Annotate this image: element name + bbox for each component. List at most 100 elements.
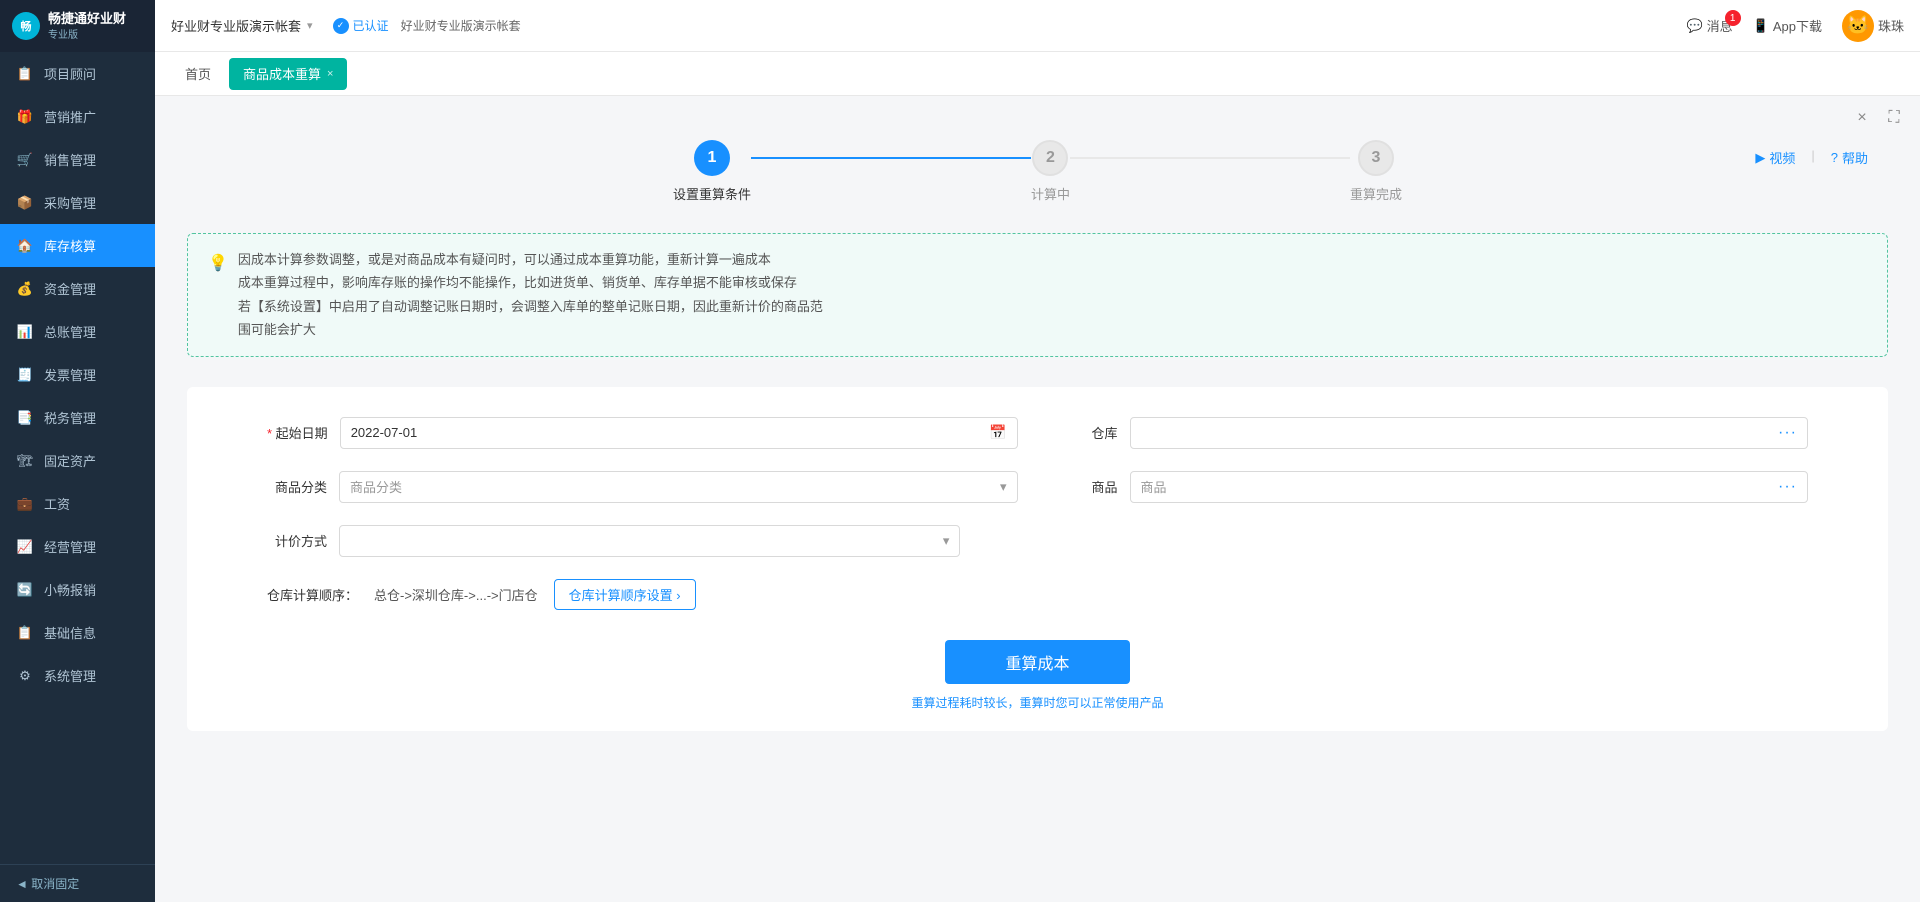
- sidebar-item-project[interactable]: 📋 项目顾问: [0, 52, 155, 95]
- message-icon: 💬: [1686, 18, 1702, 34]
- sidebar-item-invoice[interactable]: 🧾 发票管理: [0, 353, 155, 396]
- video-label: 视频: [1769, 148, 1795, 167]
- tax-icon: 📑: [16, 409, 34, 427]
- form-group-date: 起始日期 2022-07-01 📅: [267, 417, 1018, 449]
- page-content: × ⛶ 1 设置重算条件 2 计算中 3: [155, 96, 1920, 902]
- warehouse-order-label: 仓库计算顺序：: [267, 585, 358, 604]
- avatar: 🐱: [1842, 10, 1874, 42]
- salary-icon: 💼: [16, 495, 34, 513]
- message-button[interactable]: 💬 消息 1: [1686, 16, 1732, 35]
- account-name: 好业财专业版演示帐套: [171, 16, 301, 35]
- app-title: 畅捷通好业财: [48, 11, 126, 27]
- warehouse-order-settings-button[interactable]: 仓库计算顺序设置 ›: [554, 579, 696, 610]
- form-row-1: 起始日期 2022-07-01 📅 仓库 ···: [267, 417, 1808, 449]
- sidebar-item-expense[interactable]: 🔄 小畅报销: [0, 568, 155, 611]
- sidebar-item-operations[interactable]: 📈 经营管理: [0, 525, 155, 568]
- verified-icon: ✓: [333, 18, 349, 34]
- form-group-goods: 商品 商品 ···: [1058, 471, 1809, 503]
- step-1: 1 设置重算条件: [673, 140, 751, 203]
- form-group-warehouse: 仓库 ···: [1058, 417, 1809, 449]
- sidebar-item-label: 发票管理: [44, 365, 96, 384]
- sidebar-item-system[interactable]: ⚙ 系统管理: [0, 654, 155, 697]
- sidebar-item-sales[interactable]: 🛒 销售管理: [0, 138, 155, 181]
- video-button[interactable]: ▶ 视频: [1755, 148, 1795, 167]
- sidebar-item-purchase[interactable]: 📦 采购管理: [0, 181, 155, 224]
- marketing-icon: 🎁: [16, 108, 34, 126]
- category-placeholder: 商品分类: [350, 477, 402, 496]
- step-1-circle: 1: [694, 140, 730, 176]
- invoice-icon: 🧾: [16, 366, 34, 384]
- warehouse-order-row: 仓库计算顺序： 总仓->深圳仓库->...->门店仓 仓库计算顺序设置 ›: [267, 579, 1808, 610]
- category-chevron-icon: ▾: [1000, 479, 1007, 495]
- sidebar-item-basic[interactable]: 📋 基础信息: [0, 611, 155, 654]
- verified-account-name: 好业财专业版演示帐套: [401, 17, 521, 34]
- form-group-pricing: 计价方式 ▾: [267, 525, 960, 557]
- tab-home[interactable]: 首页: [171, 58, 225, 90]
- pricing-label: 计价方式: [267, 531, 327, 550]
- sidebar-item-label: 采购管理: [44, 193, 96, 212]
- goods-placeholder: 商品: [1141, 477, 1167, 496]
- start-date-input[interactable]: 2022-07-01 📅: [340, 417, 1018, 449]
- sidebar-item-label: 总账管理: [44, 322, 96, 341]
- sidebar-item-finance[interactable]: 💰 资金管理: [0, 267, 155, 310]
- sidebar-item-label: 项目顾问: [44, 64, 96, 83]
- step-2-label: 计算中: [1031, 184, 1070, 203]
- sidebar-item-label: 库存核算: [44, 236, 96, 255]
- info-content: 因成本计算参数调整，或是对商品成本有疑问时，可以通过成本重算功能，重新计算一遍成…: [238, 248, 823, 342]
- sidebar-item-label: 销售管理: [44, 150, 96, 169]
- sidebar-item-salary[interactable]: 💼 工资: [0, 482, 155, 525]
- category-label: 商品分类: [267, 477, 327, 496]
- app-download-label: App下载: [1773, 16, 1822, 35]
- project-icon: 📋: [16, 65, 34, 83]
- topbar-right: 💬 消息 1 📱 App下载 🐱 珠珠: [1686, 10, 1904, 42]
- warehouse-input[interactable]: ···: [1130, 417, 1809, 449]
- sidebar-item-ledger[interactable]: 📊 总账管理: [0, 310, 155, 353]
- calendar-icon: 📅: [989, 424, 1006, 441]
- info-box: 💡 因成本计算参数调整，或是对商品成本有疑问时，可以通过成本重算功能，重新计算一…: [187, 233, 1888, 357]
- sidebar-nav: 📋 项目顾问 🎁 营销推广 🛒 销售管理 📦 采购管理 🏠 库存核算 💰 资金管…: [0, 52, 155, 864]
- help-icon: ?: [1831, 150, 1838, 165]
- warehouse-dots-icon: ···: [1778, 424, 1797, 442]
- operations-icon: 📈: [16, 538, 34, 556]
- step-3-circle: 3: [1358, 140, 1394, 176]
- tab-home-label: 首页: [185, 64, 211, 83]
- sidebar-unpin-button[interactable]: ◄ 取消固定: [0, 864, 155, 902]
- step-progress: 1 设置重算条件 2 计算中 3 重算完成 ▶ 视: [187, 120, 1888, 233]
- sidebar-item-assets[interactable]: 🏗 固定资产: [0, 439, 155, 482]
- account-selector[interactable]: 好业财专业版演示帐套 ▾: [171, 16, 313, 35]
- recalc-button[interactable]: 重算成本: [945, 640, 1129, 684]
- tab-cost-recalc[interactable]: 商品成本重算 ×: [229, 58, 347, 90]
- sidebar: 畅 畅捷通好业财 专业版 📋 项目顾问 🎁 营销推广 🛒 销售管理 📦 采购管理…: [0, 0, 155, 902]
- recalc-hint: 重算过程耗时较长，重算时您可以正常使用产品: [911, 694, 1163, 711]
- user-profile[interactable]: 🐱 珠珠: [1842, 10, 1904, 42]
- sidebar-item-marketing[interactable]: 🎁 营销推广: [0, 95, 155, 138]
- phone-icon: 📱: [1753, 18, 1769, 34]
- help-label: 帮助: [1842, 148, 1868, 167]
- step-3: 3 重算完成: [1350, 140, 1402, 203]
- app-download-button[interactable]: 📱 App下载: [1753, 16, 1822, 35]
- finance-icon: 💰: [16, 280, 34, 298]
- step-2-circle: 2: [1032, 140, 1068, 176]
- goods-input[interactable]: 商品 ···: [1130, 471, 1809, 503]
- goods-dots-icon: ···: [1778, 478, 1797, 496]
- step-2: 2 计算中: [1031, 140, 1070, 203]
- verified-badge: ✓ 已认证: [333, 17, 389, 34]
- user-name: 珠珠: [1878, 16, 1904, 35]
- avatar-icon: 🐱: [1847, 15, 1869, 36]
- tab-close-icon[interactable]: ×: [327, 68, 333, 80]
- info-line-3: 若【系统设置】中启用了自动调整记账日期时，会调整入库单的整单记账日期，因此重新计…: [238, 295, 823, 318]
- pricing-select[interactable]: ▾: [339, 525, 960, 557]
- sidebar-item-label: 系统管理: [44, 666, 96, 685]
- step-3-label: 重算完成: [1350, 184, 1402, 203]
- app-subtitle: 专业版: [48, 26, 126, 41]
- basic-icon: 📋: [16, 624, 34, 642]
- sidebar-item-label: 营销推广: [44, 107, 96, 126]
- sidebar-bottom-label: ◄ 取消固定: [16, 875, 79, 892]
- info-line-2: 成本重算过程中，影响库存账的操作均不能操作，比如进货单、销货单、库存单据不能审核…: [238, 271, 823, 294]
- warehouse-settings-label: 仓库计算顺序设置 ›: [569, 585, 681, 604]
- sidebar-item-inventory[interactable]: 🏠 库存核算: [0, 224, 155, 267]
- sidebar-item-tax[interactable]: 📑 税务管理: [0, 396, 155, 439]
- help-button[interactable]: ? 帮助: [1831, 148, 1868, 167]
- sidebar-item-label: 经营管理: [44, 537, 96, 556]
- category-select[interactable]: 商品分类 ▾: [339, 471, 1018, 503]
